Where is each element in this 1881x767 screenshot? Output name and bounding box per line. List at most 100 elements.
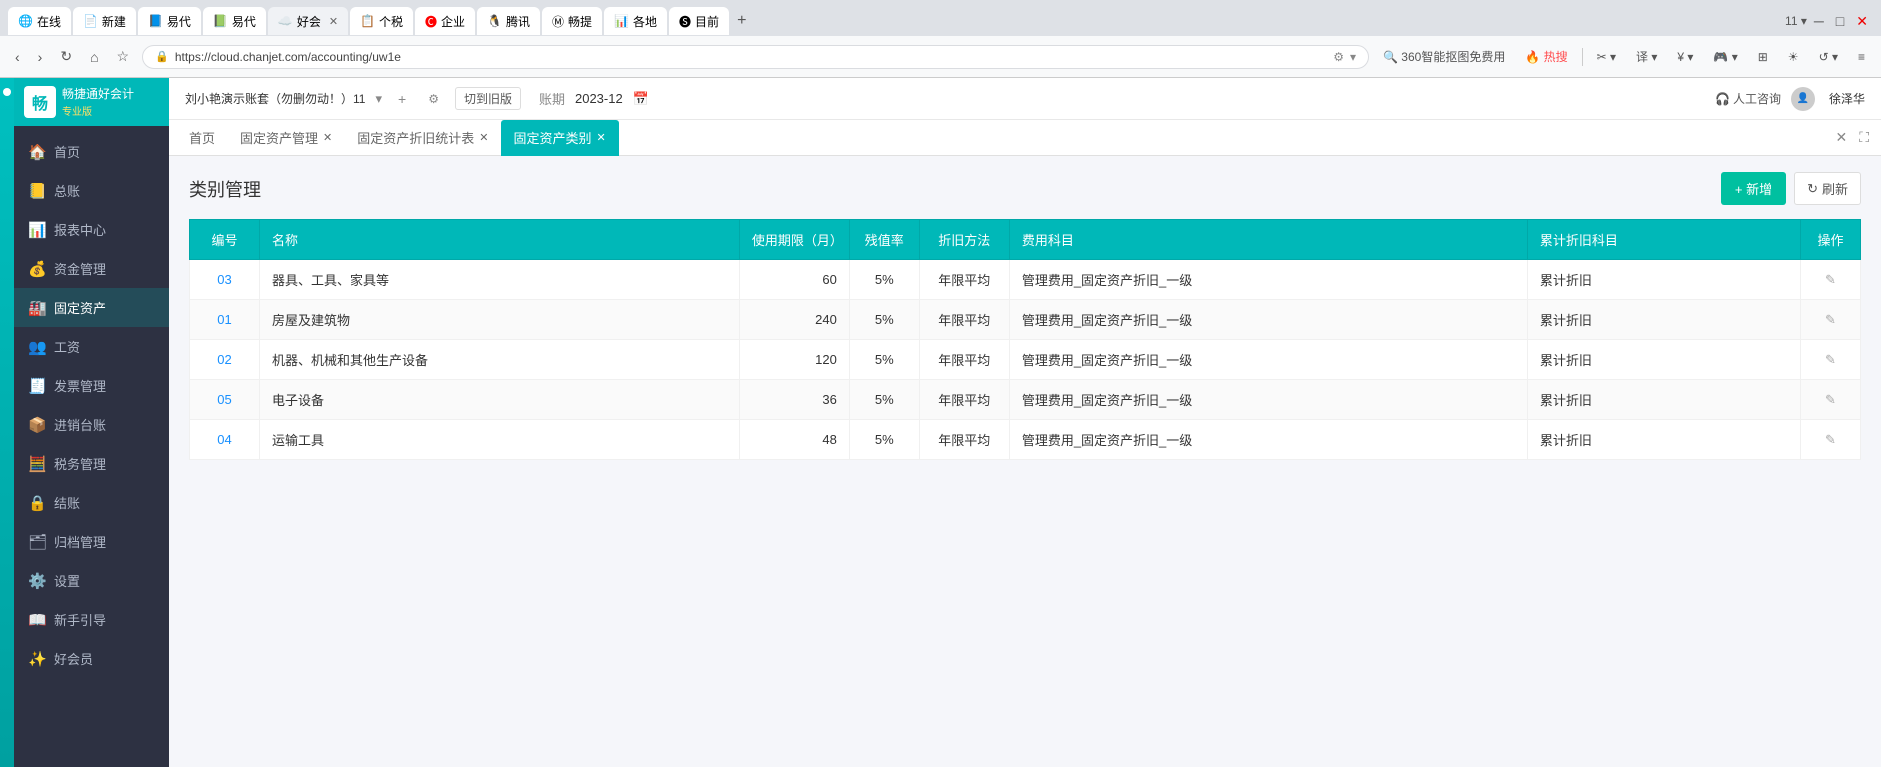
tab-close-depreciation-report[interactable]: ✕ <box>479 131 488 144</box>
sidebar-label-archive: 归档管理 <box>54 532 106 551</box>
sidebar-item-home[interactable]: 🏠 首页 <box>14 132 169 171</box>
add-account-button[interactable]: + <box>392 89 412 109</box>
sidebar-item-payroll[interactable]: 👥 工资 <box>14 327 169 366</box>
code-link-2[interactable]: 02 <box>217 352 231 367</box>
tab-fixed-assets-category[interactable]: 固定资产类别 ✕ <box>501 120 618 156</box>
browser-tab-changte[interactable]: Ⓜ 畅提 <box>542 7 602 35</box>
browser-tab-online[interactable]: 🌐 在线 <box>8 7 71 35</box>
browser-tab-muqian[interactable]: 🅢 目前 <box>669 7 729 35</box>
cell-code-3[interactable]: 05 <box>190 380 260 420</box>
sidebar-item-finance[interactable]: 💰 资金管理 <box>14 249 169 288</box>
url-text: https://cloud.chanjet.com/accounting/uw1… <box>175 50 1327 64</box>
browser-tab-tax[interactable]: 📋 个税 <box>350 7 413 35</box>
cell-expense-2: 管理费用_固定资产折旧_一级 <box>1009 340 1527 380</box>
cell-op-0[interactable]: ✎ <box>1801 260 1861 300</box>
bookmark-button[interactable]: ☆ <box>112 46 135 67</box>
cell-code-1[interactable]: 01 <box>190 300 260 340</box>
browser-tab-new[interactable]: 📄 新建 <box>73 7 136 35</box>
browser-tab-gedi[interactable]: 📊 各地 <box>604 7 667 35</box>
tab-fixed-assets-mgmt[interactable]: 固定资产管理 ✕ <box>228 120 345 156</box>
tab-label-new: 新建 <box>102 13 126 30</box>
calendar-icon[interactable]: 📅 <box>633 91 649 107</box>
address-input[interactable]: 🔒 https://cloud.chanjet.com/accounting/u… <box>142 45 1369 69</box>
edit-icon-1[interactable]: ✎ <box>1825 312 1836 327</box>
tab-close-haohui[interactable]: ✕ <box>329 15 338 28</box>
table-row: 01 房屋及建筑物 240 5% 年限平均 管理费用_固定资产折旧_一级 累计折… <box>190 300 1861 340</box>
cut-btn[interactable]: ✂ ▾ <box>1591 48 1622 66</box>
tab-home[interactable]: 首页 <box>177 120 228 156</box>
browser-tab-yidai2[interactable]: 📗 易代 <box>203 7 266 35</box>
edit-icon-0[interactable]: ✎ <box>1825 272 1836 287</box>
search-tool[interactable]: 🔍 360智能抠图免费用 <box>1377 46 1511 67</box>
browser-tab-enterprise[interactable]: 🅒 企业 <box>415 7 475 35</box>
menu-btn[interactable]: ≡ <box>1852 48 1871 66</box>
sidebar-item-settings[interactable]: ⚙️ 设置 <box>14 561 169 600</box>
sidebar-item-invoice[interactable]: 🧾 发票管理 <box>14 366 169 405</box>
new-tab-button[interactable]: + <box>731 12 752 30</box>
cell-accum-3: 累计折旧 <box>1527 380 1800 420</box>
sidebar-item-guide[interactable]: 📖 新手引导 <box>14 600 169 639</box>
sidebar-item-fixed-assets[interactable]: 🏭 固定资产 <box>14 288 169 327</box>
browser-tab-haohui[interactable]: ☁️ 好会 ✕ <box>268 7 348 35</box>
add-button[interactable]: + 新增 <box>1721 172 1786 205</box>
code-link-1[interactable]: 01 <box>217 312 231 327</box>
hot-search-btn[interactable]: 🔥 热搜 <box>1519 46 1573 67</box>
sidebar-item-inventory[interactable]: 📦 进销台账 <box>14 405 169 444</box>
home-button[interactable]: ⌂ <box>85 47 103 67</box>
expand-icon[interactable]: ▾ <box>375 91 382 107</box>
sidebar-item-ledger[interactable]: 📒 总账 <box>14 171 169 210</box>
tab-label-fixed-assets-category: 固定资产类别 <box>513 128 591 147</box>
tab-close-fixed-assets-category[interactable]: ✕ <box>597 131 606 144</box>
maximize-button[interactable]: □ <box>1831 11 1849 31</box>
cell-code-4[interactable]: 04 <box>190 420 260 460</box>
sidebar-item-closing[interactable]: 🔒 结账 <box>14 483 169 522</box>
tab-depreciation-report[interactable]: 固定资产折旧统计表 ✕ <box>345 120 501 156</box>
code-link-0[interactable]: 03 <box>217 272 231 287</box>
tab-favicon-tax: 📋 <box>360 14 375 28</box>
consult-button[interactable]: 🎧 人工咨询 <box>1715 90 1781 107</box>
edit-icon-2[interactable]: ✎ <box>1825 352 1836 367</box>
refresh-button[interactable]: ↻ 刷新 <box>1794 172 1861 205</box>
wallet-btn[interactable]: ¥ ▾ <box>1671 48 1699 66</box>
sidebar-item-member[interactable]: ✨ 好会员 <box>14 639 169 678</box>
browser-tab-tencent[interactable]: 🐧 腾讯 <box>477 7 540 35</box>
switch-old-version-button[interactable]: 切到旧版 <box>455 87 521 110</box>
close-tab-button[interactable]: ✕ <box>1831 127 1851 148</box>
tab-favicon-yidai2: 📗 <box>213 14 228 28</box>
tab-favicon-yidai1: 📘 <box>148 14 163 28</box>
tab-more-button[interactable]: 11 ▾ <box>1785 14 1807 28</box>
translate-btn[interactable]: 译 ▾ <box>1630 46 1663 67</box>
sidebar-label-report: 报表中心 <box>54 220 106 239</box>
sidebar-item-archive[interactable]: 🗂 归档管理 <box>14 522 169 561</box>
logo-icon: 畅 <box>24 86 56 118</box>
settings-gear-button[interactable]: ⚙ <box>422 90 445 108</box>
cell-code-2[interactable]: 02 <box>190 340 260 380</box>
back-button[interactable]: ‹ <box>10 47 25 67</box>
sidebar-item-tax[interactable]: 🧮 税务管理 <box>14 444 169 483</box>
grid-btn[interactable]: ⊞ <box>1752 48 1774 66</box>
tab-close-fixed-assets-mgmt[interactable]: ✕ <box>323 131 332 144</box>
cell-rate-3: 5% <box>849 380 919 420</box>
browser-tab-yidai1[interactable]: 📘 易代 <box>138 7 201 35</box>
edit-icon-3[interactable]: ✎ <box>1825 392 1836 407</box>
sun-btn[interactable]: ☀ <box>1782 48 1805 66</box>
cell-op-4[interactable]: ✎ <box>1801 420 1861 460</box>
sidebar-item-report[interactable]: 📊 报表中心 <box>14 210 169 249</box>
reload-button[interactable]: ↻ <box>55 46 77 67</box>
tab-label-muqian: 目前 <box>695 13 719 30</box>
code-link-3[interactable]: 05 <box>217 392 231 407</box>
close-window-button[interactable]: ✕ <box>1851 11 1873 32</box>
games-btn[interactable]: 🎮 ▾ <box>1707 48 1743 66</box>
edit-icon-4[interactable]: ✎ <box>1825 432 1836 447</box>
code-link-4[interactable]: 04 <box>217 432 231 447</box>
sidebar-label-tax: 税务管理 <box>54 454 106 473</box>
table-row: 03 器具、工具、家具等 60 5% 年限平均 管理费用_固定资产折旧_一级 累… <box>190 260 1861 300</box>
forward-button[interactable]: › <box>33 47 48 67</box>
cell-op-2[interactable]: ✎ <box>1801 340 1861 380</box>
cell-code-0[interactable]: 03 <box>190 260 260 300</box>
undo-btn[interactable]: ↺ ▾ <box>1813 48 1844 66</box>
expand-tab-button[interactable]: ⛶ <box>1855 127 1873 148</box>
cell-op-1[interactable]: ✎ <box>1801 300 1861 340</box>
cell-op-3[interactable]: ✎ <box>1801 380 1861 420</box>
minimize-button[interactable]: ─ <box>1809 11 1829 31</box>
